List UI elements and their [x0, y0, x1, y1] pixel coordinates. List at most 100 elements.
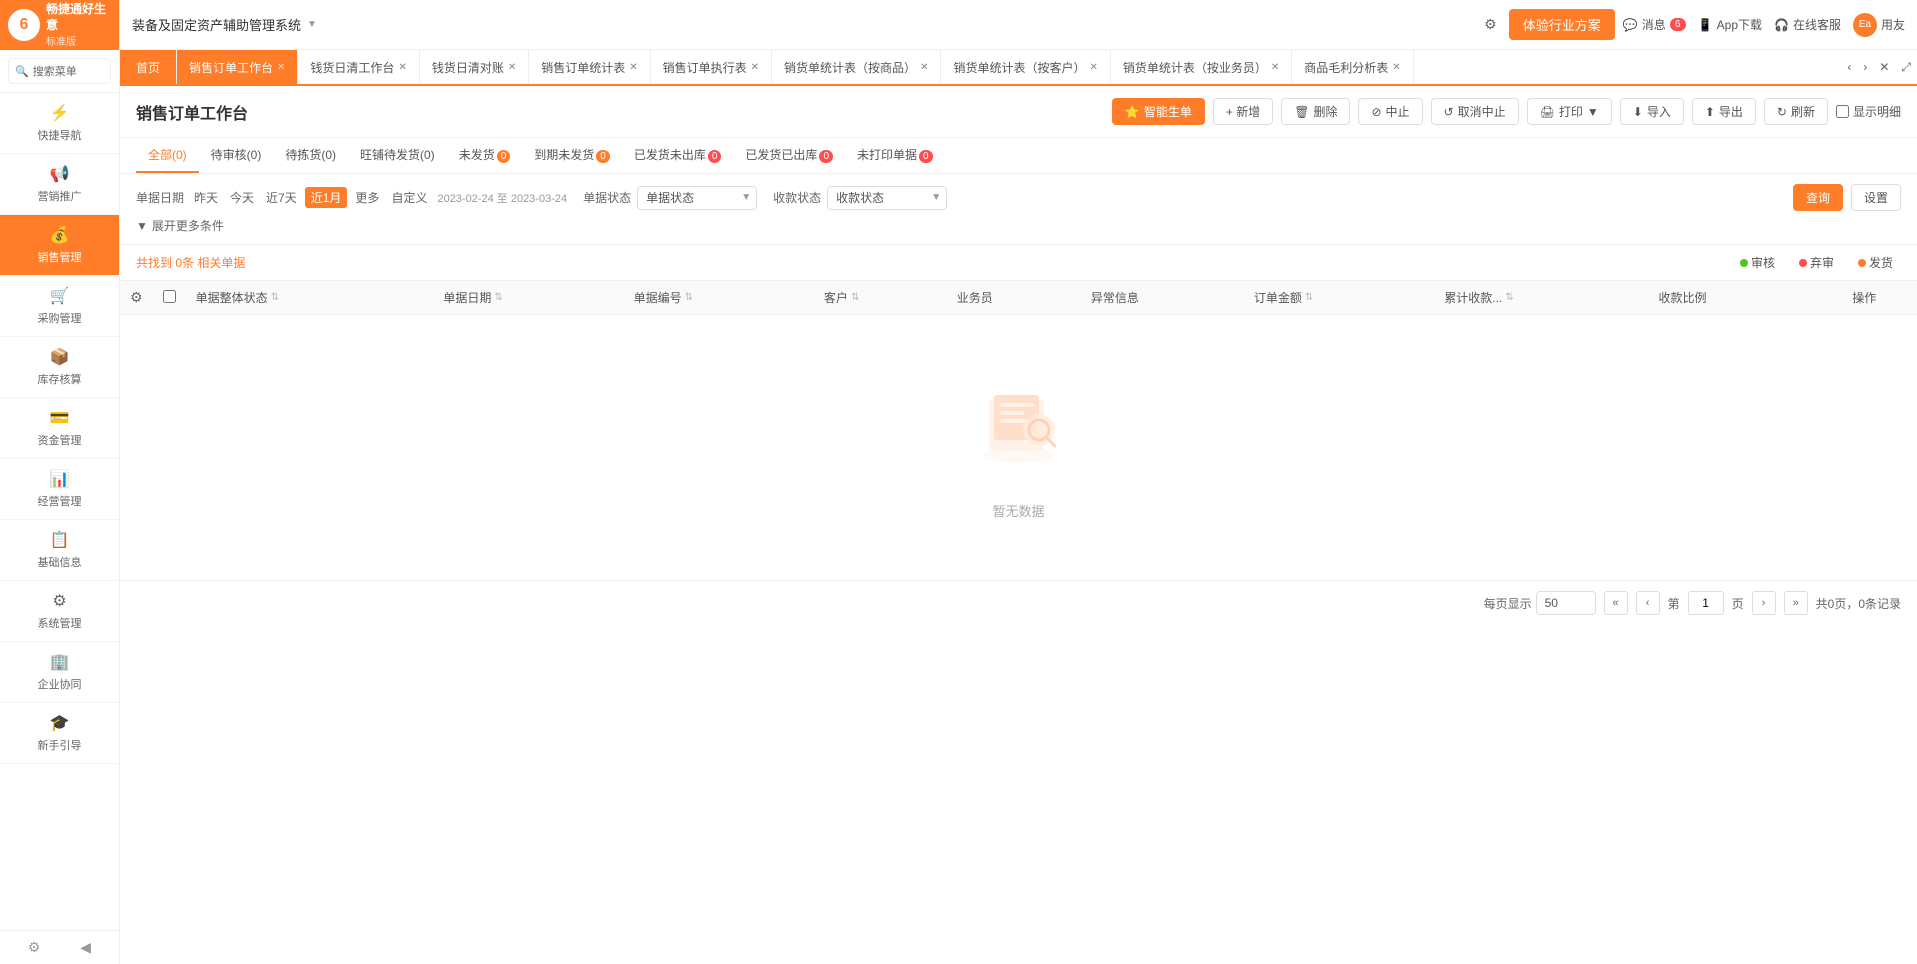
tab-gross-margin[interactable]: 商品毛利分析表 ✕: [1292, 50, 1413, 84]
tab-close-all-button[interactable]: ✕: [1873, 50, 1895, 84]
sidebar-settings-button[interactable]: ⚙: [28, 939, 41, 956]
import-button[interactable]: ⬇ 导入: [1620, 98, 1684, 125]
sidebar-item-newbie[interactable]: 🎓 新手引导: [0, 703, 119, 764]
smart-create-button[interactable]: ⭐ 智能生单: [1112, 98, 1205, 125]
app-download-button[interactable]: 📱 App下载: [1698, 16, 1762, 33]
customer-sort[interactable]: 客户 ⇅: [824, 289, 937, 306]
sidebar-item-operations[interactable]: 📊 经营管理: [0, 459, 119, 520]
last-page-button[interactable]: »: [1784, 591, 1808, 615]
sub-tab-pending-review[interactable]: 待审核(0): [199, 138, 274, 173]
export-button[interactable]: ⬆ 导出: [1692, 98, 1756, 125]
sidebar-item-marketing[interactable]: 📢 营销推广: [0, 154, 119, 215]
dropdown-icon: ▼: [307, 19, 317, 30]
user-menu-button[interactable]: Ea 用友: [1853, 13, 1905, 37]
column-settings-button[interactable]: ⚙: [130, 289, 143, 306]
tab-close-icon[interactable]: ✕: [920, 62, 928, 73]
tab-close-icon[interactable]: ✕: [629, 62, 637, 73]
tab-close-icon[interactable]: ✕: [1089, 62, 1097, 73]
tab-sales-stats[interactable]: 销售订单统计表 ✕: [529, 50, 650, 84]
cancel-suspend-button[interactable]: ↺ 取消中止: [1431, 98, 1519, 125]
tab-close-icon[interactable]: ✕: [1271, 62, 1279, 73]
tab-sales-workbench[interactable]: 销售订单工作台 ✕: [177, 50, 298, 84]
payment-select[interactable]: 收款状态: [827, 186, 947, 210]
sub-tab-not-printed[interactable]: 未打印单据0: [845, 138, 945, 173]
tab-maximize-button[interactable]: ⤢: [1895, 50, 1917, 84]
query-button[interactable]: 查询: [1793, 184, 1843, 211]
online-service-button[interactable]: 🎧 在线客服: [1774, 16, 1841, 33]
col-date: 单据日期 ⇅: [433, 281, 623, 315]
select-all-checkbox[interactable]: [163, 290, 176, 303]
reject-action-button[interactable]: 弃审: [1791, 251, 1842, 274]
status-select[interactable]: 单据状态: [637, 186, 757, 210]
sub-tab-shipped-not-out[interactable]: 已发货未出库0: [622, 138, 734, 173]
delete-button[interactable]: 🗑 删除: [1281, 98, 1350, 125]
tab-close-icon[interactable]: ✕: [398, 62, 406, 73]
prev-page-button[interactable]: ‹: [1636, 591, 1660, 615]
print-button[interactable]: 🖨 打印 ▼: [1527, 98, 1612, 125]
sidebar-item-inventory[interactable]: 📦 库存核算: [0, 337, 119, 398]
tab-home[interactable]: 首页: [120, 50, 177, 84]
sidebar-item-system[interactable]: ⚙ 系统管理: [0, 581, 119, 642]
message-button[interactable]: 💬 消息 6: [1623, 16, 1686, 33]
expand-filter-button[interactable]: ▼ 展开更多条件: [136, 217, 1901, 234]
page-number-input[interactable]: [1688, 591, 1724, 615]
date-sort[interactable]: 单据日期 ⇅: [443, 289, 613, 306]
suspend-button[interactable]: ⊘ 中止: [1358, 98, 1422, 125]
date-yesterday-btn[interactable]: 昨天: [190, 187, 222, 208]
sidebar-collapse-button[interactable]: ◀: [80, 939, 91, 956]
sub-tab-not-shipped[interactable]: 未发货0: [447, 138, 523, 173]
refresh-icon: ↻: [1777, 105, 1787, 119]
tab-close-icon[interactable]: ✕: [508, 62, 516, 73]
tab-cash-reconcile[interactable]: 钱货日清对账 ✕: [420, 50, 529, 84]
review-action-button[interactable]: 审核: [1732, 251, 1783, 274]
sub-tab-wangpu[interactable]: 旺铺待发货(0): [348, 138, 447, 173]
inventory-icon: 📦: [50, 347, 70, 367]
received-sort[interactable]: 累计收款... ⇅: [1444, 289, 1638, 306]
date-more-btn[interactable]: 更多: [351, 187, 383, 208]
sidebar-item-enterprise[interactable]: 🏢 企业协同: [0, 642, 119, 703]
tab-close-icon[interactable]: ✕: [277, 62, 285, 73]
total-record-text: 共0页，0条记录: [1816, 595, 1901, 612]
search-menu-button[interactable]: 🔍 搜索菜单: [8, 58, 111, 84]
first-page-button[interactable]: «: [1604, 591, 1628, 615]
filter-row-1: 单据日期 昨天 今天 近7天 近1月 更多 自定义 2023-02-24 至 2…: [136, 184, 1901, 211]
sidebar-item-purchase[interactable]: 🛒 采购管理: [0, 276, 119, 337]
tab-sales-by-customer[interactable]: 销货单统计表（按客户） ✕: [941, 50, 1110, 84]
show-detail-checkbox[interactable]: [1836, 105, 1849, 118]
ship-action-button[interactable]: 发货: [1850, 251, 1901, 274]
sub-tab-shipped-out[interactable]: 已发货已出库0: [733, 138, 845, 173]
tab-close-icon[interactable]: ✕: [1392, 62, 1400, 73]
date-7days-btn[interactable]: 近7天: [262, 187, 301, 208]
refresh-button[interactable]: ↻ 刷新: [1764, 98, 1828, 125]
tab-sales-exec[interactable]: 销售订单执行表 ✕: [651, 50, 772, 84]
tab-cash-daily[interactable]: 钱货日清工作台 ✕: [298, 50, 419, 84]
col-checkbox: [153, 281, 186, 315]
sidebar-item-quick-nav[interactable]: ⚡ 快捷导航: [0, 93, 119, 154]
sub-tab-overdue[interactable]: 到期未发货0: [522, 138, 622, 173]
tab-next-button[interactable]: ›: [1857, 50, 1873, 84]
number-sort[interactable]: 单据编号 ⇅: [634, 289, 804, 306]
per-page-select[interactable]: 10 20 50 100: [1536, 591, 1596, 615]
show-detail-label[interactable]: 显示明细: [1836, 103, 1901, 120]
date-custom-btn[interactable]: 自定义: [387, 187, 431, 208]
next-page-button[interactable]: ›: [1752, 591, 1776, 615]
tab-sales-by-product[interactable]: 销货单统计表（按商品） ✕: [772, 50, 941, 84]
tab-prev-button[interactable]: ‹: [1841, 50, 1857, 84]
sidebar-item-finance[interactable]: 💳 资金管理: [0, 398, 119, 459]
tab-sales-by-staff[interactable]: 销货单统计表（按业务员） ✕: [1111, 50, 1292, 84]
amount-sort[interactable]: 订单金额 ⇅: [1254, 289, 1424, 306]
filter-payment-item: 收款状态 收款状态 ▼: [773, 186, 947, 210]
tab-close-icon[interactable]: ✕: [751, 62, 759, 73]
trial-button[interactable]: 体验行业方案: [1509, 9, 1615, 40]
add-button[interactable]: + 新增: [1213, 98, 1273, 125]
sidebar-item-basic-info[interactable]: 📋 基础信息: [0, 520, 119, 581]
date-today-btn[interactable]: 今天: [226, 187, 258, 208]
sub-tab-pending-pickup[interactable]: 待拣货(0): [273, 138, 348, 173]
filter-settings-button[interactable]: 设置: [1851, 184, 1901, 211]
system-settings-button[interactable]: ⚙: [1480, 12, 1501, 37]
sidebar-item-sales[interactable]: 💰 销售管理: [0, 215, 119, 276]
status-sort[interactable]: 单据整体状态 ⇅: [196, 289, 424, 306]
message-badge: 6: [1670, 18, 1686, 31]
date-1month-btn[interactable]: 近1月: [305, 187, 348, 208]
sub-tab-all[interactable]: 全部(0): [136, 138, 199, 173]
